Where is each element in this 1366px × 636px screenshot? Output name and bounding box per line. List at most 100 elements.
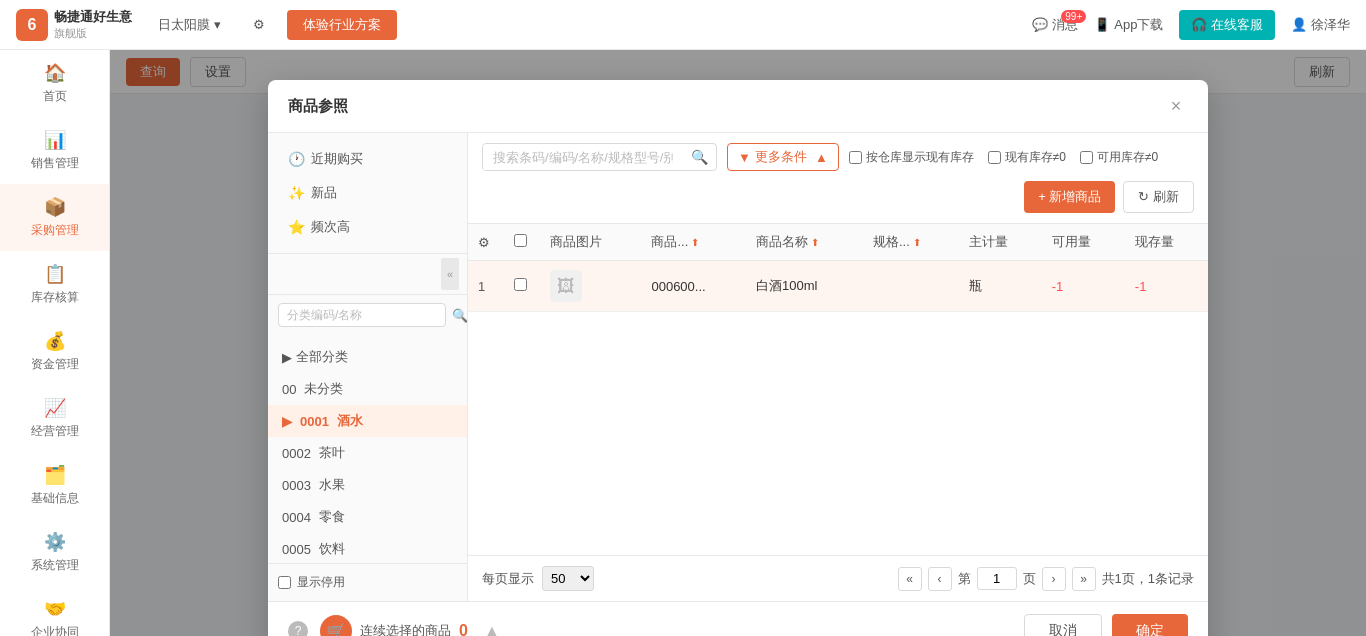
cat-0003[interactable]: 0003 水果 — [268, 469, 467, 501]
quick-new-products[interactable]: ✨ 新品 — [278, 177, 457, 209]
page-label: 第 — [958, 570, 971, 588]
headset-icon: 🎧 — [1191, 17, 1207, 32]
online-support-nav[interactable]: 🎧 在线客服 — [1179, 10, 1275, 40]
table-row[interactable]: 1 🖼 — [468, 261, 1208, 312]
message-icon: 💬 — [1032, 17, 1048, 32]
available-checkbox[interactable] — [988, 151, 1001, 164]
row-checkbox[interactable] — [514, 278, 527, 291]
add-product-button[interactable]: + 新增商品 — [1024, 181, 1115, 213]
category-search-input[interactable] — [278, 303, 446, 327]
usable-checkbox[interactable] — [1080, 151, 1093, 164]
settings-col-icon: ⚙ — [478, 235, 490, 250]
show-disabled-checkbox[interactable] — [278, 576, 291, 589]
home-icon: 🏠 — [44, 62, 66, 84]
row-spec-cell — [863, 261, 959, 312]
sidebar-item-home[interactable]: 🏠 首页 — [0, 50, 109, 117]
col-settings[interactable]: ⚙ — [468, 224, 504, 261]
collapse-sidebar-btn[interactable]: « — [441, 258, 459, 290]
quick-high-frequency[interactable]: ⭐ 频次高 — [278, 211, 457, 243]
gear-icon: ⚙ — [253, 17, 265, 32]
product-search-button[interactable]: 🔍 — [683, 144, 716, 170]
inventory-icon: 📋 — [44, 263, 66, 285]
cat-all[interactable]: ▶ 全部分类 — [268, 341, 467, 373]
settings-nav-btn[interactable]: ⚙ — [243, 13, 275, 36]
more-filters-button[interactable]: ▼ 更多条件 ▲ — [727, 143, 839, 171]
row-num-cell: 1 — [468, 261, 504, 312]
finance-icon: 💰 — [44, 330, 66, 352]
sidebar-item-sales[interactable]: 📊 销售管理 — [0, 117, 109, 184]
cat-active-arrow: ▶ — [282, 414, 292, 429]
modal-close-button[interactable]: × — [1164, 94, 1188, 118]
page-label2: 页 — [1023, 570, 1036, 588]
spec-sort-icon: ⬆ — [913, 237, 921, 248]
last-page-button[interactable]: » — [1072, 567, 1096, 591]
col-checkbox — [504, 224, 540, 261]
sidebar-item-system[interactable]: ⚙️ 系统管理 — [0, 519, 109, 586]
col-spec[interactable]: 规格... ⬆ — [863, 224, 959, 261]
cat-0005[interactable]: 0005 饮料 — [268, 533, 467, 563]
sidebar-item-inventory[interactable]: 📋 库存核算 — [0, 251, 109, 318]
sidebar-item-business[interactable]: 📈 经营管理 — [0, 385, 109, 452]
sidebar-item-finance[interactable]: 💰 资金管理 — [0, 318, 109, 385]
row-name-cell: 白酒100ml — [746, 261, 863, 312]
app-download-nav[interactable]: 📱 App下载 — [1094, 16, 1163, 34]
select-all-checkbox[interactable] — [514, 234, 527, 247]
sidebar-item-enterprise[interactable]: 🤝 企业协同 — [0, 586, 109, 636]
star-icon: ⭐ — [288, 219, 305, 235]
purchase-icon: 📦 — [44, 196, 66, 218]
col-available: 可用量 — [1042, 224, 1125, 261]
next-page-button[interactable]: › — [1042, 567, 1066, 591]
confirm-button[interactable]: 确定 — [1112, 614, 1188, 636]
quick-recent-purchase[interactable]: 🕐 近期购买 — [278, 143, 457, 175]
usable-filter-label[interactable]: 可用库存≠0 — [1080, 149, 1158, 166]
warehouse-checkbox[interactable] — [849, 151, 862, 164]
cat-0004[interactable]: 0004 零食 — [268, 501, 467, 533]
total-records-label: 共1页，1条记录 — [1102, 570, 1194, 588]
product-search-input[interactable] — [483, 145, 683, 170]
image-placeholder-icon: 🖼 — [557, 276, 575, 297]
cat-0002[interactable]: 0002 茶叶 — [268, 437, 467, 469]
messages-nav[interactable]: 💬 消息 99+ — [1032, 16, 1078, 34]
row-checkbox-cell[interactable] — [504, 261, 540, 312]
filter-collapse-icon: ▲ — [815, 150, 828, 165]
name-sort-icon: ⬆ — [811, 237, 819, 248]
footer-collapse-button[interactable]: ▲ — [484, 622, 500, 636]
user-avatar: 👤 — [1291, 17, 1307, 32]
main-sidebar: 🏠 首页 📊 销售管理 📦 采购管理 📋 库存核算 💰 资金管理 📈 经营管理 … — [0, 50, 110, 636]
col-name[interactable]: 商品名称 ⬆ — [746, 224, 863, 261]
sidebar-item-purchase[interactable]: 📦 采购管理 — [0, 184, 109, 251]
warehouse-filter-label[interactable]: 按仓库显示现有库存 — [849, 149, 974, 166]
prev-page-button[interactable]: ‹ — [928, 567, 952, 591]
col-image: 商品图片 — [540, 224, 641, 261]
per-page-select[interactable]: 50 10 20 100 — [542, 566, 594, 591]
logo-sub: 旗舰版 — [54, 26, 132, 41]
user-nav[interactable]: 👤 徐泽华 — [1291, 16, 1350, 34]
cancel-button[interactable]: 取消 — [1024, 614, 1102, 636]
col-code[interactable]: 商品... ⬆ — [641, 224, 746, 261]
first-page-button[interactable]: « — [898, 567, 922, 591]
filter-icon: ▼ — [738, 150, 751, 165]
page-number-input[interactable] — [977, 567, 1017, 590]
row-image-cell: 🖼 — [540, 261, 641, 312]
col-stock: 现存量 — [1125, 224, 1208, 261]
system-icon: ⚙️ — [44, 531, 66, 553]
logo-text: 畅捷通好生意 — [54, 8, 132, 26]
row-available-cell: -1 — [1042, 261, 1125, 312]
row-code-cell: 000600... — [641, 261, 746, 312]
cart-icon: 🛒 — [320, 615, 352, 636]
basic-icon: 🗂️ — [44, 464, 66, 486]
category-search-icon[interactable]: 🔍 — [452, 308, 468, 323]
search-icon: 🔍 — [691, 149, 708, 165]
refresh-table-button[interactable]: ↻ 刷新 — [1123, 181, 1194, 213]
modal-title: 商品参照 — [288, 97, 348, 116]
cat-0001[interactable]: ▶ 0001 酒水 — [268, 405, 467, 437]
help-button[interactable]: ? — [288, 621, 308, 636]
logo-area: 6 畅捷通好生意 旗舰版 — [16, 8, 136, 41]
logo-icon: 6 — [16, 9, 48, 41]
available-filter-label[interactable]: 现有库存≠0 — [988, 149, 1066, 166]
module-selector[interactable]: 日太阳膜 ▾ — [148, 12, 231, 38]
sidebar-item-basic[interactable]: 🗂️ 基础信息 — [0, 452, 109, 519]
trial-button[interactable]: 体验行业方案 — [287, 10, 397, 40]
cat-00[interactable]: 00 未分类 — [268, 373, 467, 405]
business-icon: 📈 — [44, 397, 66, 419]
